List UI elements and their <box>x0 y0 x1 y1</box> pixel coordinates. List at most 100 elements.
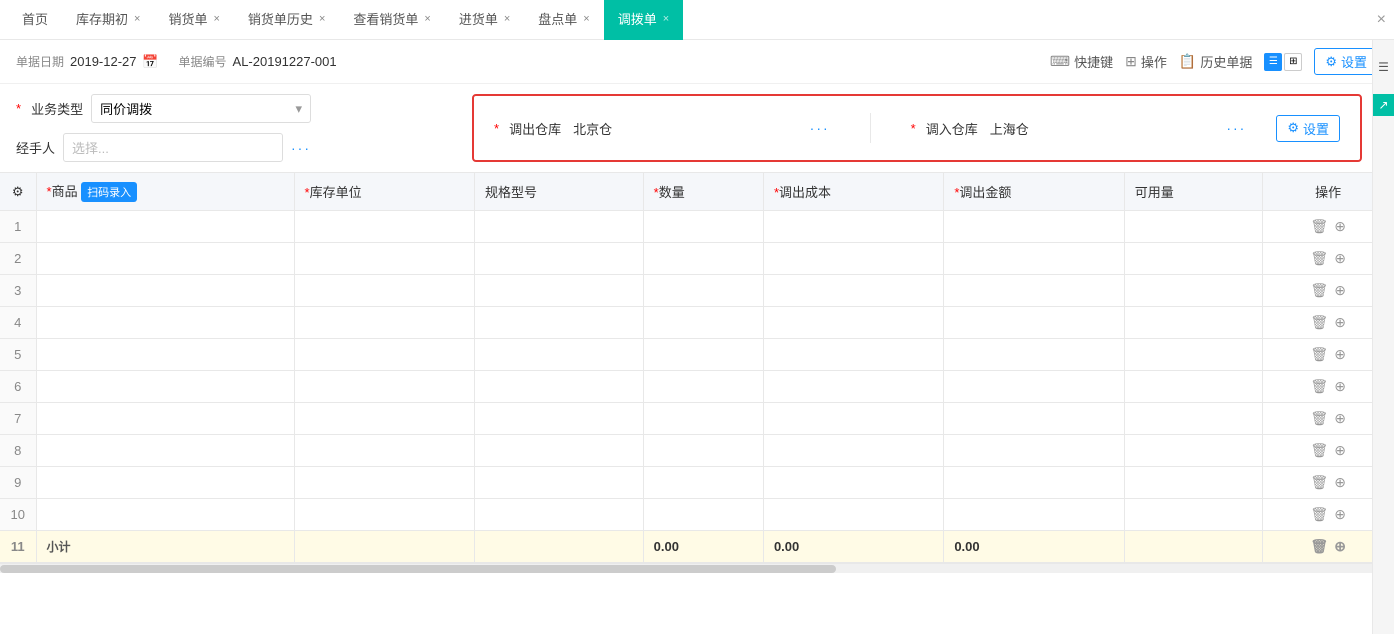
delete-icon-1[interactable]: 🗑 <box>1310 218 1328 235</box>
spec-cell-3[interactable] <box>474 275 643 307</box>
tab-close-stocktake[interactable]: × <box>583 13 589 25</box>
spec-cell-6[interactable] <box>474 371 643 403</box>
amount-cell-6[interactable] <box>944 371 1124 403</box>
goods-cell-4[interactable] <box>36 307 294 339</box>
amount-cell-5[interactable] <box>944 339 1124 371</box>
handler-select[interactable]: 选择... <box>63 133 283 162</box>
history-button[interactable]: 📋 历史单据 <box>1179 52 1252 71</box>
avail-cell-6[interactable] <box>1124 371 1263 403</box>
transfer-in-more-button[interactable]: ··· <box>1226 120 1246 136</box>
delete-icon-5[interactable]: 🗑 <box>1310 346 1328 363</box>
unit-cell-10[interactable] <box>294 499 474 531</box>
tab-sales-order[interactable]: 销货单 × <box>154 0 233 40</box>
shortcuts-button[interactable]: ⌨ 快捷键 <box>1050 52 1113 71</box>
cost-cell-10[interactable] <box>763 499 943 531</box>
avail-cell-10[interactable] <box>1124 499 1263 531</box>
tab-close-inventory-init[interactable]: × <box>134 13 140 25</box>
tab-close-view-sales[interactable]: × <box>424 13 430 25</box>
tab-close-transfer[interactable]: × <box>663 13 669 25</box>
amount-cell-4[interactable] <box>944 307 1124 339</box>
cost-cell-3[interactable] <box>763 275 943 307</box>
unit-cell-1[interactable] <box>294 211 474 243</box>
operations-button[interactable]: ⊞ 操作 <box>1125 52 1167 71</box>
goods-cell-5[interactable] <box>36 339 294 371</box>
amount-cell-8[interactable] <box>944 435 1124 467</box>
goods-cell-1[interactable] <box>36 211 294 243</box>
multi-column-button[interactable]: ⊞ <box>1284 53 1302 71</box>
copy-icon-2[interactable]: ⊕ <box>1334 250 1346 267</box>
spec-cell-2[interactable] <box>474 243 643 275</box>
unit-cell-2[interactable] <box>294 243 474 275</box>
cost-cell-9[interactable] <box>763 467 943 499</box>
tab-stocktake[interactable]: 盘点单 × <box>524 0 603 40</box>
unit-cell-8[interactable] <box>294 435 474 467</box>
avail-cell-7[interactable] <box>1124 403 1263 435</box>
delete-icon-10[interactable]: 🗑 <box>1310 506 1328 523</box>
qty-cell-7[interactable] <box>643 403 763 435</box>
horizontal-scrollbar[interactable] <box>0 563 1394 573</box>
qty-cell-3[interactable] <box>643 275 763 307</box>
cost-cell-4[interactable] <box>763 307 943 339</box>
unit-cell-6[interactable] <box>294 371 474 403</box>
copy-icon-5[interactable]: ⊕ <box>1334 346 1346 363</box>
avail-cell-8[interactable] <box>1124 435 1263 467</box>
single-column-button[interactable]: ☰ <box>1264 53 1282 71</box>
amount-cell-2[interactable] <box>944 243 1124 275</box>
transfer-out-more-button[interactable]: ··· <box>810 120 830 136</box>
avail-cell-4[interactable] <box>1124 307 1263 339</box>
tab-transfer[interactable]: 调拨单 × <box>604 0 683 40</box>
avail-cell-3[interactable] <box>1124 275 1263 307</box>
spec-cell-8[interactable] <box>474 435 643 467</box>
unit-cell-7[interactable] <box>294 403 474 435</box>
copy-icon-10[interactable]: ⊕ <box>1334 506 1346 523</box>
goods-cell-2[interactable] <box>36 243 294 275</box>
qty-cell-8[interactable] <box>643 435 763 467</box>
avail-cell-1[interactable] <box>1124 211 1263 243</box>
tab-home[interactable]: 首页 <box>8 0 62 40</box>
amount-cell-7[interactable] <box>944 403 1124 435</box>
delete-icon-6[interactable]: 🗑 <box>1310 378 1328 395</box>
cost-cell-2[interactable] <box>763 243 943 275</box>
setting-button[interactable]: ⚙ 设置 <box>1314 48 1378 75</box>
amount-cell-1[interactable] <box>944 211 1124 243</box>
qty-cell-5[interactable] <box>643 339 763 371</box>
qty-cell-1[interactable] <box>643 211 763 243</box>
delete-icon-8[interactable]: 🗑 <box>1310 442 1328 459</box>
delete-icon-7[interactable]: 🗑 <box>1310 410 1328 427</box>
sidebar-list-button[interactable]: ☰ <box>1373 56 1394 78</box>
copy-icon-6[interactable]: ⊕ <box>1334 378 1346 395</box>
goods-cell-6[interactable] <box>36 371 294 403</box>
goods-cell-8[interactable] <box>36 435 294 467</box>
tab-inventory-init[interactable]: 库存期初 × <box>62 0 154 40</box>
copy-icon-9[interactable]: ⊕ <box>1334 474 1346 491</box>
window-close-button[interactable]: × <box>1377 11 1386 29</box>
warehouse-setting-button[interactable]: ⚙ 设置 <box>1276 115 1340 142</box>
tab-close-sales-order[interactable]: × <box>213 13 219 25</box>
qty-cell-2[interactable] <box>643 243 763 275</box>
qty-cell-10[interactable] <box>643 499 763 531</box>
goods-cell-10[interactable] <box>36 499 294 531</box>
spec-cell-10[interactable] <box>474 499 643 531</box>
copy-icon-8[interactable]: ⊕ <box>1334 442 1346 459</box>
copy-icon-3[interactable]: ⊕ <box>1334 282 1346 299</box>
goods-cell-7[interactable] <box>36 403 294 435</box>
tab-sales-history[interactable]: 销货单历史 × <box>234 0 339 40</box>
biz-type-select[interactable]: 同价调拨 ▾ <box>91 94 311 123</box>
qty-cell-4[interactable] <box>643 307 763 339</box>
avail-cell-2[interactable] <box>1124 243 1263 275</box>
amount-cell-9[interactable] <box>944 467 1124 499</box>
tab-purchase-order[interactable]: 进货单 × <box>445 0 524 40</box>
cost-cell-5[interactable] <box>763 339 943 371</box>
spec-cell-1[interactable] <box>474 211 643 243</box>
cost-cell-8[interactable] <box>763 435 943 467</box>
unit-cell-9[interactable] <box>294 467 474 499</box>
copy-icon-1[interactable]: ⊕ <box>1334 218 1346 235</box>
delete-icon[interactable]: 🗑 <box>1310 538 1328 555</box>
sidebar-export-button[interactable]: ↗ <box>1373 94 1394 116</box>
delete-icon-9[interactable]: 🗑 <box>1310 474 1328 491</box>
th-gear[interactable]: ⚙ <box>0 173 36 211</box>
unit-cell-5[interactable] <box>294 339 474 371</box>
spec-cell-4[interactable] <box>474 307 643 339</box>
amount-cell-3[interactable] <box>944 275 1124 307</box>
qty-cell-9[interactable] <box>643 467 763 499</box>
